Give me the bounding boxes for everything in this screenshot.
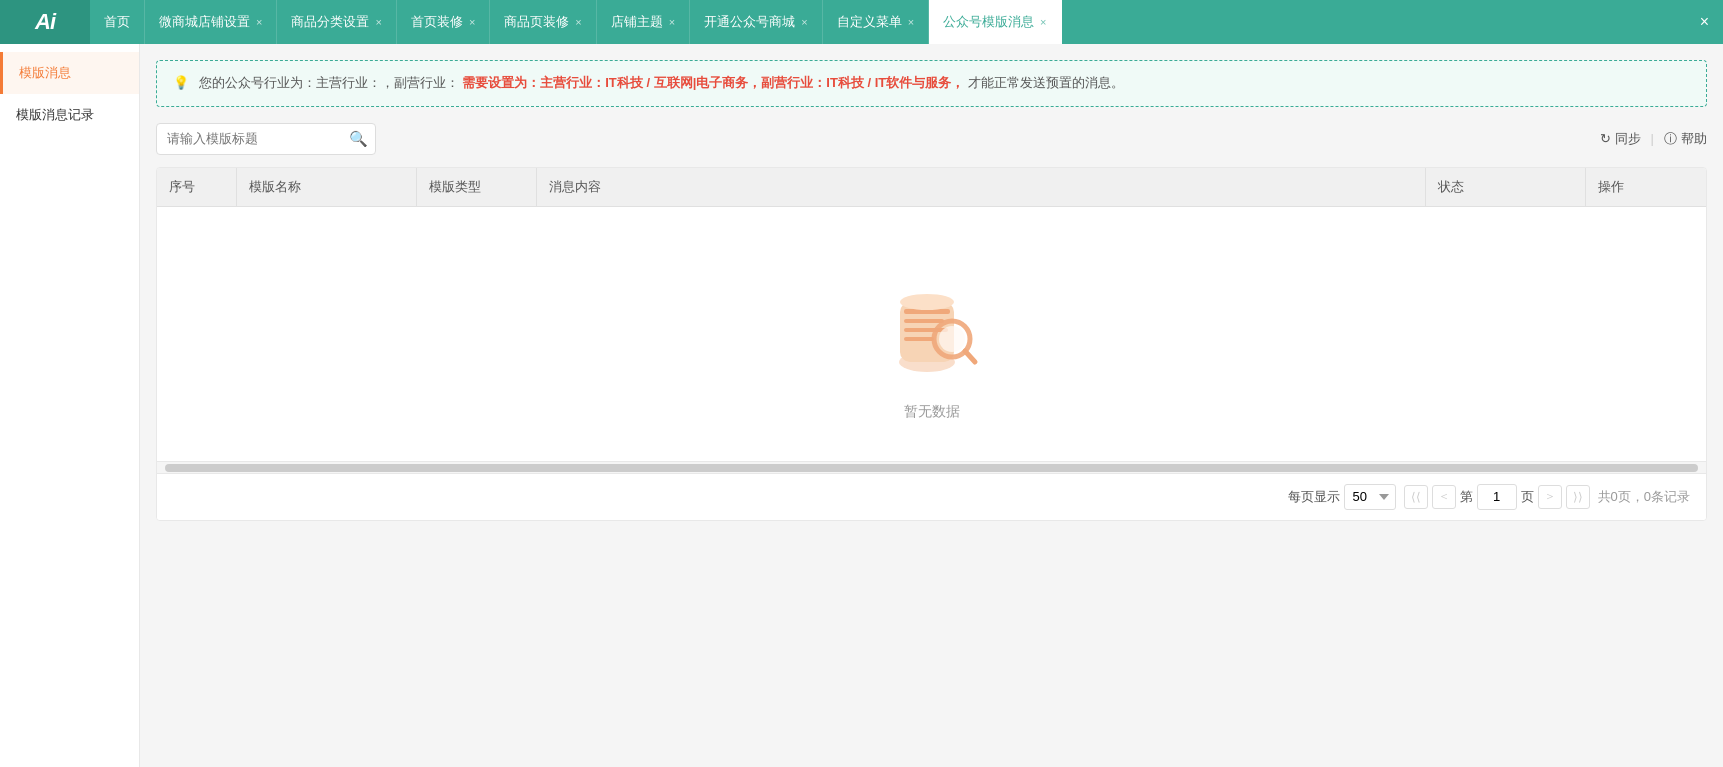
page-input[interactable] <box>1477 484 1517 510</box>
tab-close-icon[interactable]: × <box>469 16 475 28</box>
notice-icon: 💡 <box>173 75 189 90</box>
page-size-label: 每页显示 <box>1288 488 1340 506</box>
svg-point-8 <box>939 326 965 352</box>
page-nav: ⟨⟨ ＜ 第 页 ＞ ⟩⟩ <box>1404 484 1590 510</box>
tab-close-icon[interactable]: × <box>669 16 675 28</box>
page-di-label: 第 <box>1460 488 1473 506</box>
pagination: 每页显示 102050100 ⟨⟨ ＜ 第 页 ＞ ⟩⟩ 共0页，0条记录 <box>157 473 1706 520</box>
tab-close-icon[interactable]: × <box>375 16 381 28</box>
notice-highlight: 需要设置为：主营行业：IT科技 / 互联网|电子商务，副营行业：IT科技 / I… <box>462 75 964 90</box>
sidebar: 模版消息模版消息记录 <box>0 44 140 767</box>
scrollbar-inner <box>165 464 1698 472</box>
help-button[interactable]: ⓘ 帮助 <box>1664 130 1707 148</box>
tab-item[interactable]: 公众号模版消息× <box>929 0 1061 44</box>
brand-logo: Ai <box>0 0 90 44</box>
table-column-header: 模版类型 <box>417 168 537 206</box>
tab-close-icon[interactable]: × <box>1040 16 1046 28</box>
notice-box: 💡 您的公众号行业为：主营行业：，副营行业： 需要设置为：主营行业：IT科技 /… <box>156 60 1707 107</box>
svg-point-6 <box>900 294 954 310</box>
search-input-wrap: 🔍 <box>156 123 376 155</box>
sidebar-item[interactable]: 模版消息记录 <box>0 94 139 136</box>
next-page-button[interactable]: ＞ <box>1538 485 1562 509</box>
table-wrap: 序号模版名称模版类型消息内容状态操作 <box>156 167 1707 521</box>
first-page-button[interactable]: ⟨⟨ <box>1404 485 1428 509</box>
svg-rect-5 <box>904 337 934 341</box>
tab-item[interactable]: 自定义菜单× <box>823 0 929 44</box>
notice-suffix: 才能正常发送预置的消息。 <box>968 75 1124 90</box>
table-column-header: 模版名称 <box>237 168 417 206</box>
help-icon: ⓘ <box>1664 130 1677 148</box>
sync-button[interactable]: ↻ 同步 <box>1600 130 1641 148</box>
page-size-dropdown[interactable]: 102050100 <box>1344 484 1396 510</box>
prev-page-button[interactable]: ＜ <box>1432 485 1456 509</box>
main-layout: 模版消息模版消息记录 💡 您的公众号行业为：主营行业：，副营行业： 需要设置为：… <box>0 44 1723 767</box>
page-label: 页 <box>1521 488 1534 506</box>
tab-item[interactable]: 商品页装修× <box>490 0 596 44</box>
tab-item[interactable]: 首页 <box>90 0 145 44</box>
tab-item[interactable]: 开通公众号商城× <box>690 0 822 44</box>
svg-rect-4 <box>904 328 948 332</box>
search-actions: ↻ 同步 | ⓘ 帮助 <box>1600 130 1707 148</box>
empty-illustration <box>872 267 992 387</box>
top-nav: Ai 首页微商城店铺设置×商品分类设置×首页装修×商品页装修×店铺主题×开通公众… <box>0 0 1723 44</box>
close-all-button[interactable]: × <box>1686 0 1723 44</box>
sync-icon: ↻ <box>1600 131 1611 146</box>
table-column-header: 操作 <box>1586 168 1706 206</box>
tab-close-icon[interactable]: × <box>908 16 914 28</box>
help-label: 帮助 <box>1681 130 1707 148</box>
tab-item[interactable]: 首页装修× <box>397 0 490 44</box>
table-column-header: 序号 <box>157 168 237 206</box>
empty-text: 暂无数据 <box>904 403 960 421</box>
table-column-header: 消息内容 <box>537 168 1426 206</box>
sync-label: 同步 <box>1615 130 1641 148</box>
search-bar: 🔍 ↻ 同步 | ⓘ 帮助 <box>156 123 1707 155</box>
notice-prefix: 您的公众号行业为：主营行业：，副营行业： <box>199 75 459 90</box>
svg-line-9 <box>965 351 975 362</box>
table-column-header: 状态 <box>1426 168 1586 206</box>
tab-item[interactable]: 店铺主题× <box>597 0 690 44</box>
table-header: 序号模版名称模版类型消息内容状态操作 <box>157 168 1706 207</box>
search-icon[interactable]: 🔍 <box>349 130 368 148</box>
last-page-button[interactable]: ⟩⟩ <box>1566 485 1590 509</box>
svg-rect-3 <box>904 319 944 323</box>
sidebar-item[interactable]: 模版消息 <box>0 52 139 94</box>
tab-item[interactable]: 微商城店铺设置× <box>145 0 277 44</box>
empty-state: 暂无数据 <box>157 207 1706 461</box>
divider: | <box>1651 131 1654 146</box>
tab-close-icon[interactable]: × <box>575 16 581 28</box>
scrollbar-row[interactable] <box>157 461 1706 473</box>
search-input[interactable] <box>156 123 376 155</box>
tab-close-icon[interactable]: × <box>801 16 807 28</box>
total-info: 共0页，0条记录 <box>1598 488 1690 506</box>
nav-tabs: 首页微商城店铺设置×商品分类设置×首页装修×商品页装修×店铺主题×开通公众号商城… <box>90 0 1686 44</box>
tab-close-icon[interactable]: × <box>256 16 262 28</box>
page-size-select: 每页显示 102050100 <box>1288 484 1396 510</box>
tab-item[interactable]: 商品分类设置× <box>277 0 396 44</box>
content-area: 💡 您的公众号行业为：主营行业：，副营行业： 需要设置为：主营行业：IT科技 /… <box>140 44 1723 767</box>
